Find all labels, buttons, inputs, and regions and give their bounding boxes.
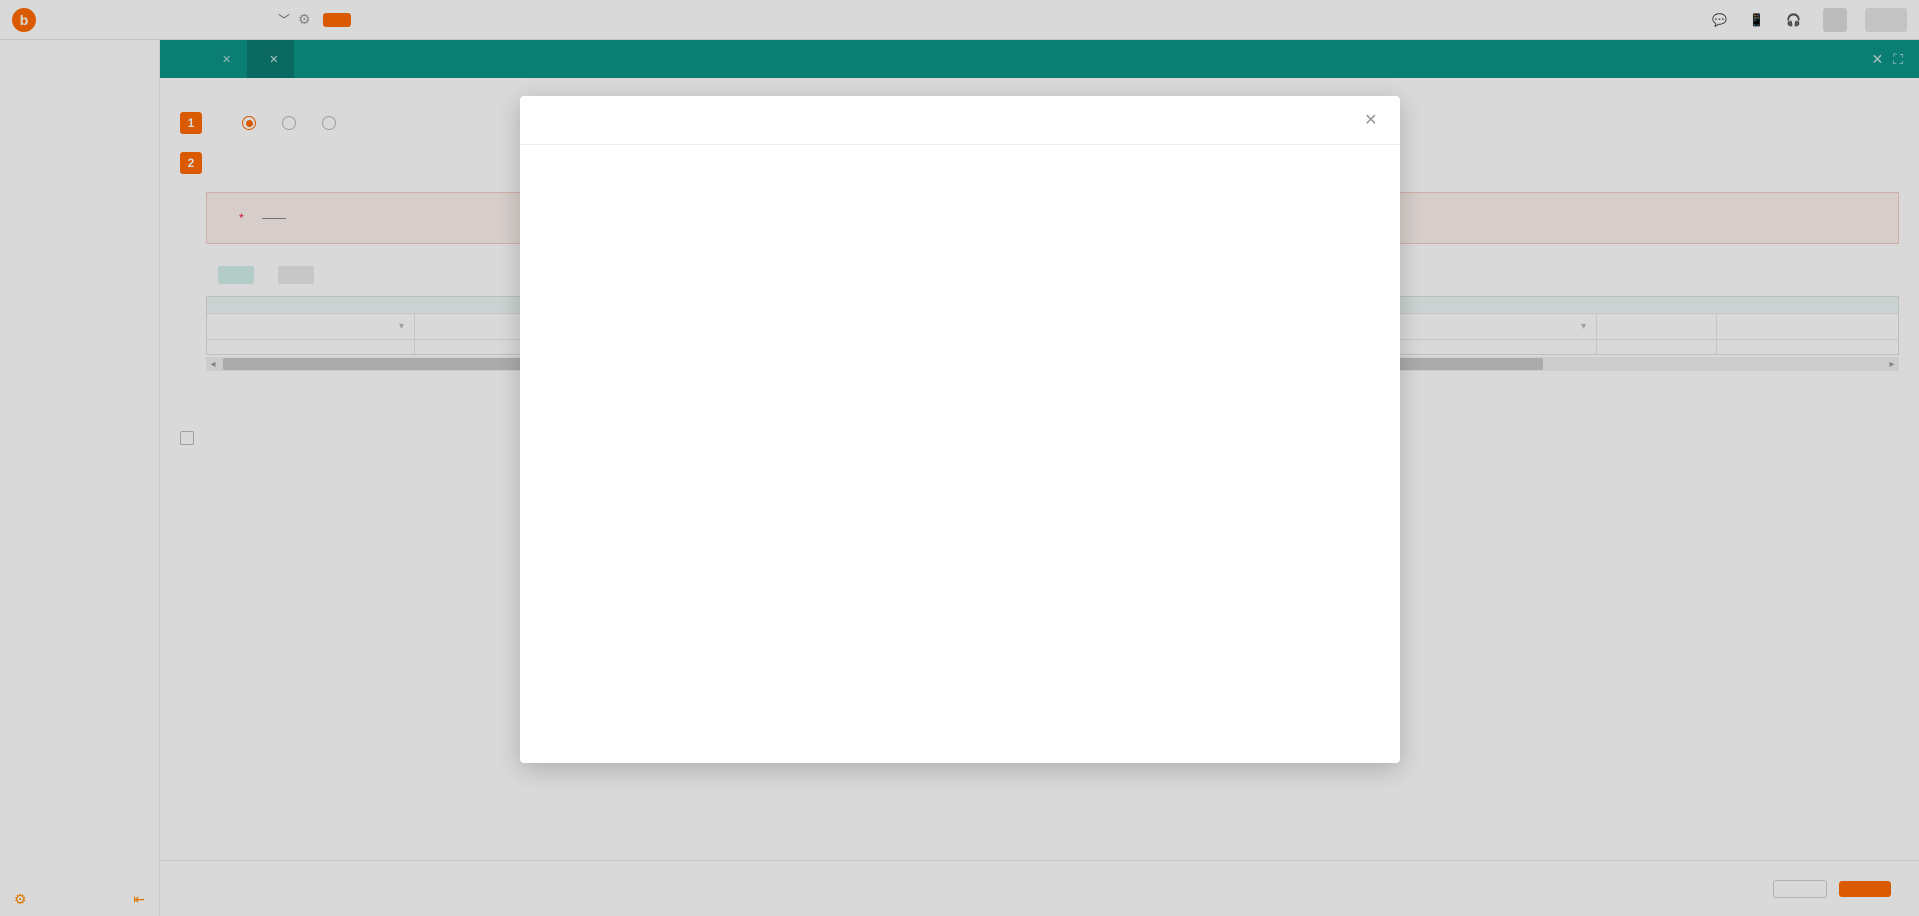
modal-header: ✕ — [520, 96, 1400, 145]
field-selector-modal: ✕ — [520, 96, 1400, 763]
modal-scroll[interactable] — [548, 151, 1388, 757]
modal-body — [520, 145, 1400, 763]
close-icon[interactable]: ✕ — [1364, 110, 1377, 130]
